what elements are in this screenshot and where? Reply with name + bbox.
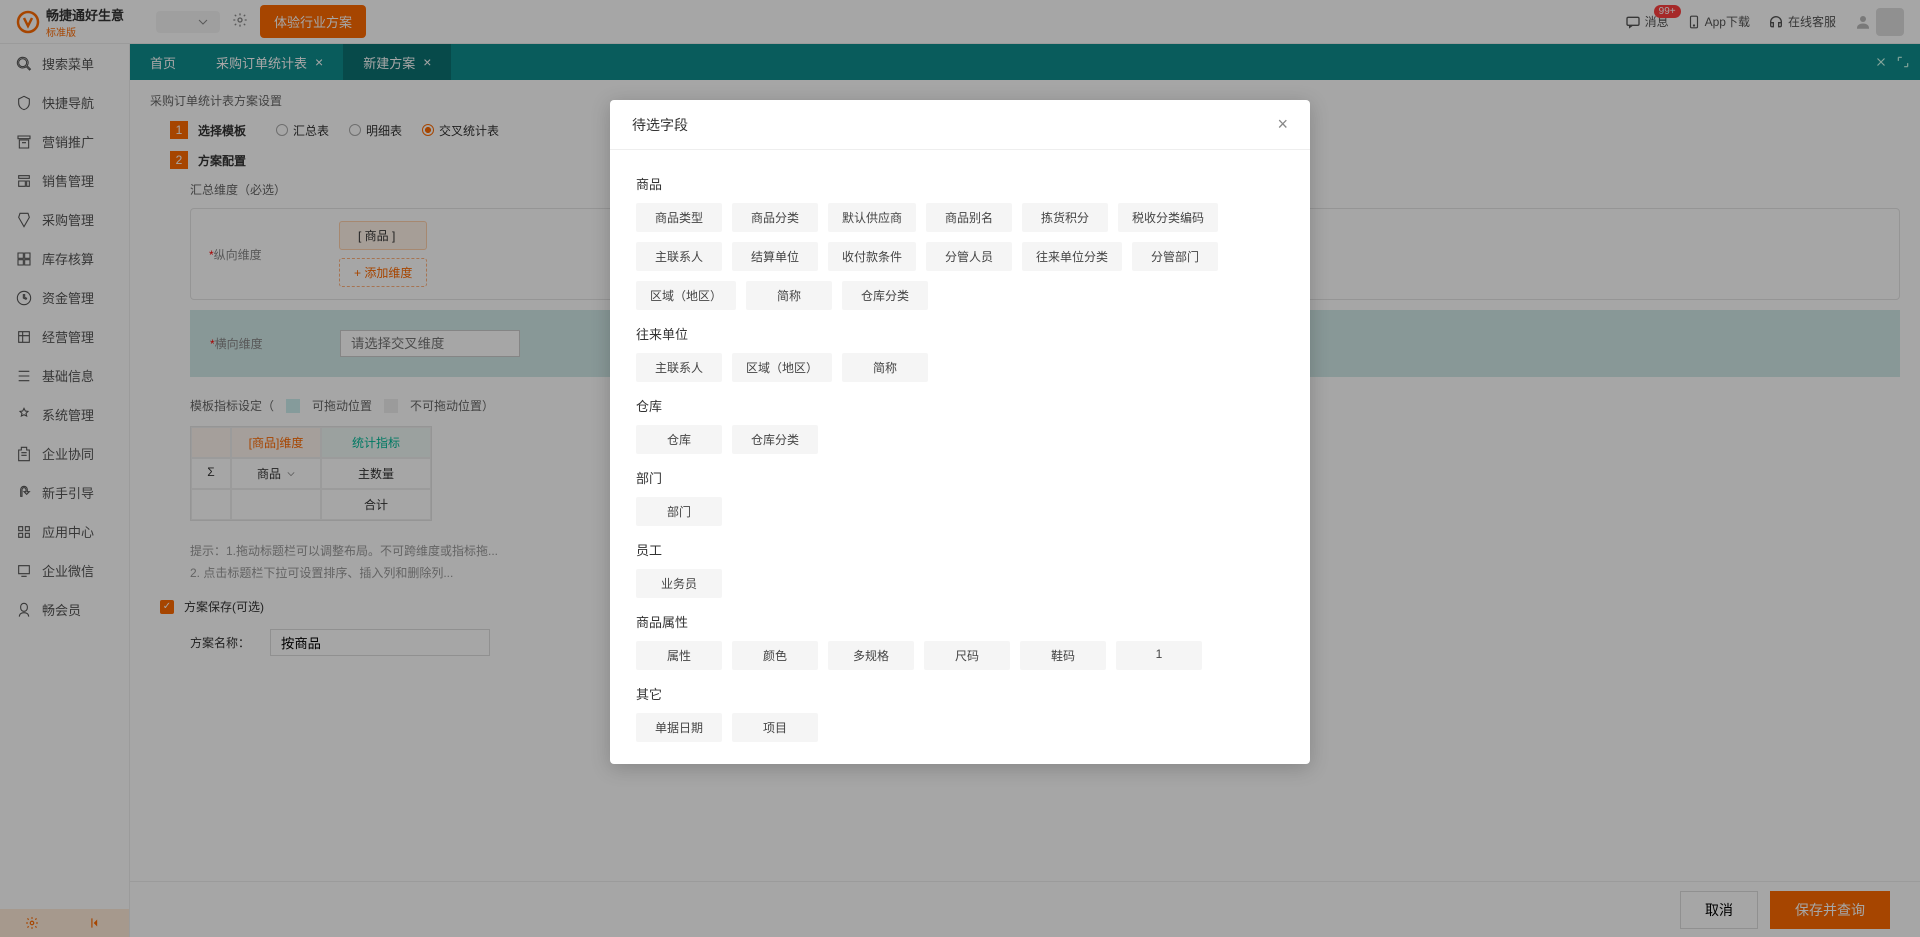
field-chip[interactable]: 区域（地区） bbox=[636, 281, 736, 310]
field-chip[interactable]: 简称 bbox=[842, 353, 928, 382]
modal-header: 待选字段 × bbox=[610, 100, 1310, 150]
field-chip[interactable]: 鞋码 bbox=[1020, 641, 1106, 670]
field-chip[interactable]: 单据日期 bbox=[636, 713, 722, 742]
field-group-5: 商品属性属性颜色多规格尺码鞋码 1 bbox=[636, 612, 1284, 670]
modal-title: 待选字段 bbox=[632, 115, 688, 135]
field-chip[interactable]: 仓库 bbox=[636, 425, 722, 454]
group-title: 仓库 bbox=[636, 396, 1284, 415]
group-title: 员工 bbox=[636, 540, 1284, 559]
field-chip[interactable]: 收付款条件 bbox=[828, 242, 916, 271]
field-group-4: 员工业务员 bbox=[636, 540, 1284, 598]
field-group-6: 其它单据日期项目 bbox=[636, 684, 1284, 742]
field-group-0: 商品商品类型商品分类默认供应商商品别名拣货积分税收分类编码主联系人结算单位收付款… bbox=[636, 174, 1284, 310]
field-chip[interactable]: 拣货积分 bbox=[1022, 203, 1108, 232]
field-chip[interactable]: 业务员 bbox=[636, 569, 722, 598]
field-chip[interactable]: 商品类型 bbox=[636, 203, 722, 232]
modal-close-button[interactable]: × bbox=[1277, 114, 1288, 135]
field-group-2: 仓库仓库仓库分类 bbox=[636, 396, 1284, 454]
field-chip[interactable]: 商品别名 bbox=[926, 203, 1012, 232]
field-group-3: 部门部门 bbox=[636, 468, 1284, 526]
group-title: 商品属性 bbox=[636, 612, 1284, 631]
field-chip[interactable]: 主联系人 bbox=[636, 353, 722, 382]
group-title: 往来单位 bbox=[636, 324, 1284, 343]
field-chip[interactable]: 仓库分类 bbox=[732, 425, 818, 454]
field-chip[interactable]: 项目 bbox=[732, 713, 818, 742]
field-chip[interactable]: 分管部门 bbox=[1132, 242, 1218, 271]
field-chip[interactable]: 商品分类 bbox=[732, 203, 818, 232]
field-chip[interactable]: 仓库分类 bbox=[842, 281, 928, 310]
field-chip[interactable]: 1 bbox=[1116, 641, 1202, 670]
group-title: 其它 bbox=[636, 684, 1284, 703]
field-chip[interactable]: 结算单位 bbox=[732, 242, 818, 271]
group-title: 部门 bbox=[636, 468, 1284, 487]
field-chip[interactable]: 区域（地区） bbox=[732, 353, 832, 382]
field-picker-modal: 待选字段 × 商品商品类型商品分类默认供应商商品别名拣货积分税收分类编码主联系人… bbox=[610, 100, 1310, 764]
field-chip[interactable]: 多规格 bbox=[828, 641, 914, 670]
group-title: 商品 bbox=[636, 174, 1284, 193]
field-group-1: 往来单位主联系人区域（地区） 简称 bbox=[636, 324, 1284, 382]
field-chip[interactable]: 税收分类编码 bbox=[1118, 203, 1218, 232]
field-chip[interactable]: 属性 bbox=[636, 641, 722, 670]
field-chip[interactable]: 颜色 bbox=[732, 641, 818, 670]
modal-body: 商品商品类型商品分类默认供应商商品别名拣货积分税收分类编码主联系人结算单位收付款… bbox=[610, 150, 1310, 764]
field-chip[interactable]: 分管人员 bbox=[926, 242, 1012, 271]
field-chip[interactable]: 尺码 bbox=[924, 641, 1010, 670]
field-chip[interactable]: 主联系人 bbox=[636, 242, 722, 271]
field-chip[interactable]: 往来单位分类 bbox=[1022, 242, 1122, 271]
field-chip[interactable]: 默认供应商 bbox=[828, 203, 916, 232]
field-chip[interactable]: 部门 bbox=[636, 497, 722, 526]
field-chip[interactable]: 简称 bbox=[746, 281, 832, 310]
